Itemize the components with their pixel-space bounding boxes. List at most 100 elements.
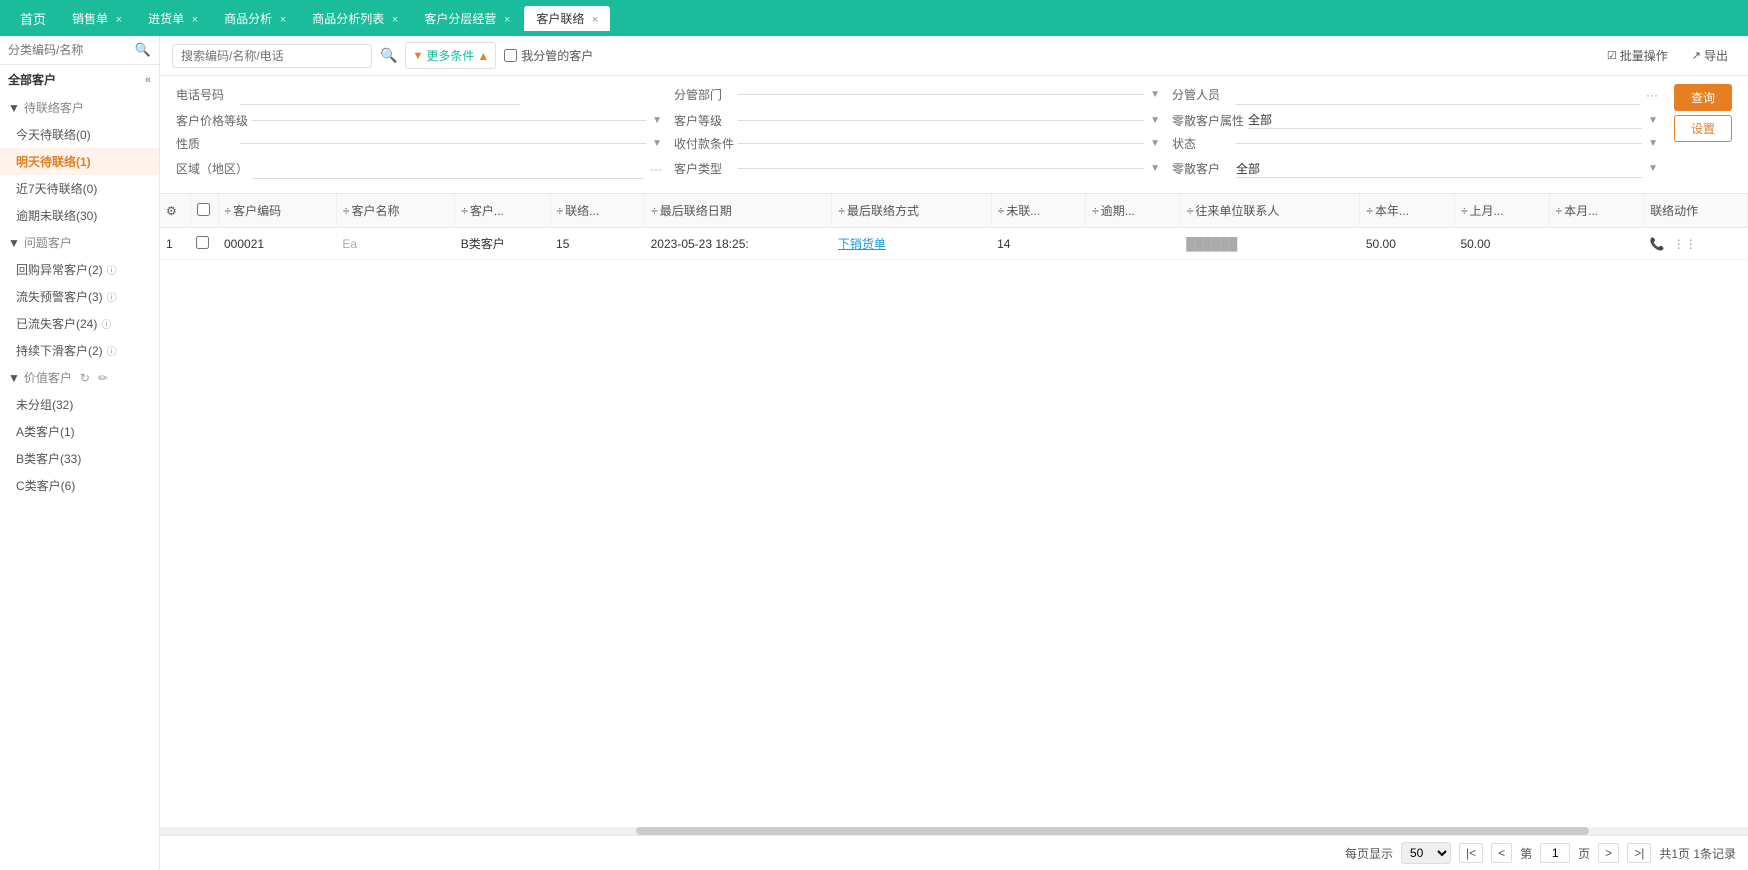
search-icon[interactable]: 🔍 [135,42,151,58]
close-icon[interactable]: × [504,14,510,26]
close-icon[interactable]: × [592,14,598,26]
row-code: 000021 [218,228,336,260]
row-name: Ea [336,228,454,260]
pending-contact-group: ▼ 待联络客户 [0,94,159,121]
nav-customer-layer[interactable]: 客户分层经营 × [412,6,522,31]
col-last-contact-method: ÷ 最后联络方式 [832,194,991,228]
sidebar-item-overdue[interactable]: 逾期未联络(30) [0,202,159,229]
sidebar-item-c-class[interactable]: C类客户(6) [0,472,159,499]
retail-attr-select[interactable]: 全部 [1248,111,1642,129]
info-icon: ⓘ [107,262,117,277]
collapse-icon: « [145,74,151,86]
sidebar-item-churned[interactable]: 已流失客户(24) ⓘ [0,310,159,337]
col-settings[interactable]: ⚙ [160,194,190,228]
dots-menu-icon[interactable]: ⋮⋮ [1673,237,1697,251]
batch-op-button[interactable]: ☑ 批量操作 [1599,43,1676,68]
sidebar-item-a-class[interactable]: A类客户(1) [0,418,159,445]
customer-level-select[interactable] [738,120,1144,121]
nav-customer-contact[interactable]: 客户联络 × [524,6,610,31]
sidebar-item-7days[interactable]: 近7天待联络(0) [0,175,159,202]
chevron-down-icon: ▼ [1150,163,1160,174]
close-icon[interactable]: × [192,14,198,26]
sidebar-item-tomorrow[interactable]: 明天待联络(1) [0,148,159,175]
retail-customer-field: 零散客户 全部 ▼ [1172,160,1658,178]
scrollbar-thumb[interactable] [636,827,1589,835]
phone-input[interactable] [240,84,520,105]
col-last-month: ÷ 上月... [1454,194,1549,228]
nature-field: 性质 ▼ [176,135,662,152]
info-icon: ⓘ [107,289,117,304]
all-customers-title[interactable]: 全部客户 « [0,65,159,94]
adv-filter-row-3: 性质 ▼ 收付款条件 ▼ 状态 ▼ [176,135,1658,152]
phone-icon[interactable]: 📞 [1650,237,1665,251]
checkbox-icon: ☑ [1607,49,1617,62]
col-year-amount: ÷ 本年... [1360,194,1455,228]
sidebar-search-input[interactable] [8,43,135,57]
col-checkbox[interactable] [190,194,218,228]
sidebar-item-churn-warning[interactable]: 流失预警客户(3) ⓘ [0,283,159,310]
select-all-checkbox[interactable] [197,203,210,216]
row-last-month: 50.00 [1454,228,1549,260]
value-group-refresh[interactable]: ↻ [80,371,90,385]
row-checkbox[interactable] [190,228,218,260]
close-icon[interactable]: × [116,14,122,26]
col-contact-person: ÷ 往来单位联系人 [1180,194,1360,228]
more-conditions-button[interactable]: ▼ 更多条件 ▲ [405,42,496,69]
col-actions: 联络动作 [1644,194,1748,228]
nav-home[interactable]: 首页 [8,5,58,32]
my-customers-checkbox[interactable]: 我分管的客户 [504,47,593,64]
query-button[interactable]: 查询 [1674,84,1732,111]
table-header-row: ⚙ ÷ 客户编码 ÷ 客户名称 ÷ 客户... ÷ 联络... ÷ 最后联络日期… [160,194,1748,228]
sidebar-item-declining[interactable]: 持续下滑客户(2) ⓘ [0,337,159,364]
dots-button[interactable]: ··· [650,162,662,176]
nav-product-analysis[interactable]: 商品分析 × [212,6,298,31]
sidebar-item-ungrouped[interactable]: 未分组(32) [0,391,159,418]
customer-type-select[interactable] [738,168,1144,169]
value-group-edit[interactable]: ✏ [98,371,108,385]
adv-filter-row-1: 电话号码 分管部门 ▼ 分管人员 ··· [176,84,1658,105]
my-customers-check[interactable] [504,49,517,62]
close-icon[interactable]: × [280,14,286,26]
export-icon: ↗ [1692,49,1701,62]
horizontal-scrollbar[interactable] [160,827,1748,835]
nav-purchase[interactable]: 进货单 × [136,6,210,31]
chevron-down-icon: ▼ [652,115,662,126]
dept-field: 分管部门 ▼ [674,86,1160,103]
nav-product-analysis-list[interactable]: 商品分析列表 × [300,6,410,31]
nav-sales[interactable]: 销售单 × [60,6,134,31]
sidebar-item-today[interactable]: 今天待联络(0) [0,121,159,148]
last-page-button[interactable]: >| [1627,843,1651,863]
price-level-select[interactable] [252,120,646,121]
chevron-down-icon: ▼ [1150,115,1160,126]
chevron-down-icon: ▼ [1150,89,1160,100]
customer-table: ⚙ ÷ 客户编码 ÷ 客户名称 ÷ 客户... ÷ 联络... ÷ 最后联络日期… [160,194,1748,260]
page-num-input[interactable] [1540,843,1570,863]
adv-filter-row-4: 区域（地区） ··· 客户类型 ▼ 零散客户 全部 ▼ [176,158,1658,179]
search-input[interactable] [172,44,372,68]
prev-page-button[interactable]: < [1491,843,1512,863]
nature-select[interactable] [240,143,646,144]
page-size-select[interactable]: 50 100 200 [1401,842,1451,864]
payment-field: 收付款条件 ▼ [674,135,1160,152]
dots-button[interactable]: ··· [1646,88,1658,102]
row-last-contact-date: 2023-05-23 18:25: [645,228,832,260]
row-last-contact-method[interactable]: 下销货单 [832,228,991,260]
setup-button[interactable]: 设置 [1674,115,1732,142]
search-button[interactable]: 🔍 [380,47,397,64]
dept-select[interactable] [738,94,1144,95]
sidebar-item-repurchase-abnormal[interactable]: 回购异常客户(2) ⓘ [0,256,159,283]
next-page-button[interactable]: > [1598,843,1619,863]
content-area: 🔍 ▼ 更多条件 ▲ 我分管的客户 ☑ 批量操作 ↗ 导出 [160,36,1748,870]
export-button[interactable]: ↗ 导出 [1684,43,1736,68]
status-select[interactable] [1236,143,1642,144]
person-input[interactable] [1236,84,1640,105]
region-input[interactable] [252,158,644,179]
region-field: 区域（地区） ··· [176,158,662,179]
row-type: B类客户 [455,228,550,260]
close-icon[interactable]: × [392,14,398,26]
payment-select[interactable] [738,143,1144,144]
col-this-month: ÷ 本月... [1549,194,1644,228]
retail-customer-select[interactable]: 全部 [1236,160,1642,178]
first-page-button[interactable]: |< [1459,843,1483,863]
sidebar-item-b-class[interactable]: B类客户(33) [0,445,159,472]
